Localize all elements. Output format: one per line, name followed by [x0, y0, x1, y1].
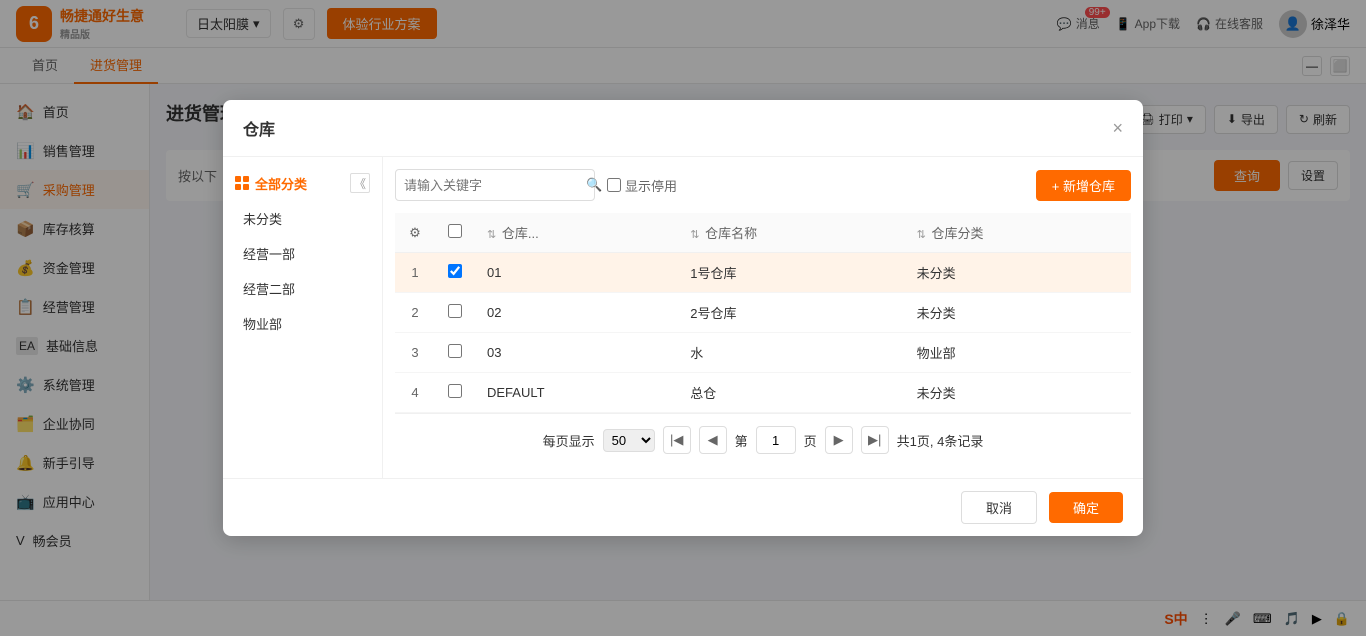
table-row[interactable]: 4 DEFAULT 总仓 未分类 — [395, 373, 1131, 413]
sort-icon-name: ⇅ — [690, 229, 699, 241]
th-category: ⇅ 仓库分类 — [905, 213, 1131, 253]
cell-num-4: 4 — [395, 373, 435, 413]
pagination: 每页显示 50 100 200 |◀ ◀ 第 页 ▶ ▶| — [395, 413, 1131, 466]
cell-cb-1 — [435, 253, 475, 293]
row-checkbox-1[interactable] — [448, 264, 462, 278]
modal-body: 全部分类 《 未分类 经营一部 经营二部 物业部 🔍 — [223, 157, 1143, 478]
category-item-unclassified[interactable]: 未分类 — [223, 201, 382, 236]
row-checkbox-2[interactable] — [448, 304, 462, 318]
sort-icon-cat: ⇅ — [917, 229, 926, 241]
data-table: ⚙ ⇅ 仓库... ⇅ — [395, 213, 1131, 413]
cell-name-4: 总仓 — [678, 373, 904, 413]
cell-name-1: 1号仓库 — [678, 253, 904, 293]
all-categories[interactable]: 全部分类 — [235, 174, 307, 193]
search-input[interactable] — [404, 178, 580, 193]
cell-code-1: 01 — [475, 253, 678, 293]
category-item-property[interactable]: 物业部 — [223, 306, 382, 341]
cancel-button[interactable]: 取消 — [961, 491, 1037, 524]
next-page-button[interactable]: ▶ — [825, 426, 853, 454]
row-checkbox-3[interactable] — [448, 344, 462, 358]
cell-cat-2: 未分类 — [905, 293, 1131, 333]
table-header-row: ⚙ ⇅ 仓库... ⇅ — [395, 213, 1131, 253]
th-code: ⇅ 仓库... — [475, 213, 678, 253]
modal-title: 仓库 — [243, 116, 275, 140]
show-disabled-toggle[interactable]: 显示停用 — [607, 176, 677, 195]
collapse-button[interactable]: 《 — [350, 173, 370, 193]
cell-name-3: 水 — [678, 333, 904, 373]
cell-num-2: 2 — [395, 293, 435, 333]
modal-close-button[interactable]: × — [1112, 118, 1123, 139]
cell-num-3: 3 — [395, 333, 435, 373]
page-size-select[interactable]: 50 100 200 — [603, 429, 655, 452]
cell-name-2: 2号仓库 — [678, 293, 904, 333]
th-checkbox — [435, 213, 475, 253]
table-toolbar: 🔍 显示停用 + 新增仓库 — [395, 169, 1131, 201]
table-row[interactable]: 3 03 水 物业部 — [395, 333, 1131, 373]
show-disabled-checkbox[interactable] — [607, 178, 621, 192]
search-icon: 🔍 — [586, 177, 602, 193]
cell-code-4: DEFAULT — [475, 373, 678, 413]
select-all-checkbox[interactable] — [448, 224, 462, 238]
prev-page-button[interactable]: ◀ — [699, 426, 727, 454]
category-item-ops1[interactable]: 经营一部 — [223, 236, 382, 271]
cell-cat-1: 未分类 — [905, 253, 1131, 293]
first-page-button[interactable]: |◀ — [663, 426, 691, 454]
page-number-input[interactable] — [756, 426, 796, 454]
warehouse-modal: 仓库 × 全部分类 《 — [223, 100, 1143, 536]
category-panel: 全部分类 《 未分类 经营一部 经营二部 物业部 — [223, 157, 383, 478]
search-box: 🔍 — [395, 169, 595, 201]
modal-header: 仓库 × — [223, 100, 1143, 157]
cell-cb-2 — [435, 293, 475, 333]
confirm-button[interactable]: 确定 — [1049, 492, 1123, 523]
sort-icon-code: ⇅ — [487, 229, 496, 241]
last-page-button[interactable]: ▶| — [861, 426, 889, 454]
row-checkbox-4[interactable] — [448, 384, 462, 398]
category-header: 全部分类 《 — [223, 165, 382, 201]
table-row[interactable]: 1 01 1号仓库 未分类 — [395, 253, 1131, 293]
grid-icon — [235, 176, 249, 190]
warehouse-table: ⚙ ⇅ 仓库... ⇅ — [395, 213, 1131, 413]
cell-cat-4: 未分类 — [905, 373, 1131, 413]
th-settings: ⚙ — [395, 213, 435, 253]
cell-cb-3 — [435, 333, 475, 373]
page-size-selector[interactable]: 50 100 200 — [603, 429, 655, 452]
table-panel: 🔍 显示停用 + 新增仓库 — [383, 157, 1143, 478]
th-name: ⇅ 仓库名称 — [678, 213, 904, 253]
cell-cb-4 — [435, 373, 475, 413]
table-row[interactable]: 2 02 2号仓库 未分类 — [395, 293, 1131, 333]
add-warehouse-button[interactable]: + 新增仓库 — [1036, 170, 1131, 201]
modal-overlay: 仓库 × 全部分类 《 — [0, 0, 1366, 636]
category-item-ops2[interactable]: 经营二部 — [223, 271, 382, 306]
cell-num-1: 1 — [395, 253, 435, 293]
cell-code-3: 03 — [475, 333, 678, 373]
toolbar-left: 🔍 显示停用 — [395, 169, 677, 201]
cell-code-2: 02 — [475, 293, 678, 333]
settings-col-icon[interactable]: ⚙ — [409, 225, 421, 240]
cell-cat-3: 物业部 — [905, 333, 1131, 373]
modal-footer: 取消 确定 — [223, 478, 1143, 536]
